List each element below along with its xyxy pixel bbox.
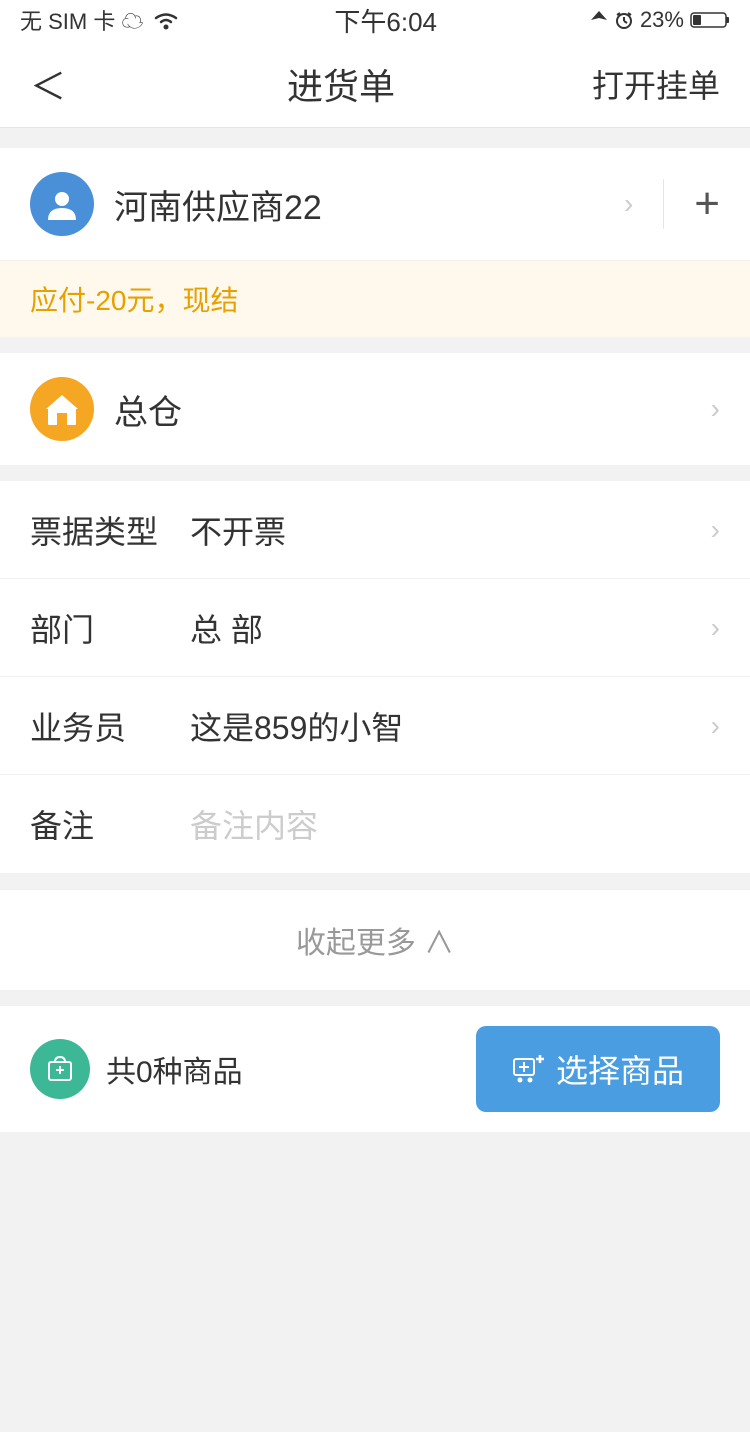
collapse-button[interactable]: 收起更多 ∧ bbox=[0, 889, 750, 990]
bottom-bar: 共0种商品 选择商品 bbox=[0, 1006, 750, 1132]
invoice-type-row[interactable]: 票据类型 不开票 › bbox=[0, 481, 750, 579]
nav-bar: ＜ 进货单 打开挂单 bbox=[0, 40, 750, 128]
supplier-section: 河南供应商22 › + 应付-20元，现结 bbox=[0, 148, 750, 337]
dept-chevron-icon: › bbox=[711, 612, 720, 644]
staff-label: 业务员 bbox=[30, 703, 170, 749]
battery-icon bbox=[690, 10, 730, 30]
form-section: 票据类型 不开票 › 部门 总 部 › 业务员 这是859的小智 › 备注 备注… bbox=[0, 481, 750, 873]
product-count-text: 共0种商品 bbox=[106, 1047, 243, 1091]
dept-row[interactable]: 部门 总 部 › bbox=[0, 579, 750, 677]
staff-row[interactable]: 业务员 这是859的小智 › bbox=[0, 677, 750, 775]
product-icon-wrap bbox=[30, 1039, 90, 1099]
status-bar: 无 SIM 卡 ☁ 下午6:04 23% bbox=[0, 0, 750, 40]
shopping-bag-icon bbox=[43, 1052, 77, 1086]
staff-chevron-icon: › bbox=[711, 710, 720, 742]
invoice-type-value: 不开票 bbox=[190, 507, 711, 553]
supplier-chevron-icon: › bbox=[624, 188, 633, 220]
select-product-button[interactable]: 选择商品 bbox=[476, 1026, 720, 1112]
page-title: 进货单 bbox=[287, 58, 395, 110]
product-count-wrap: 共0种商品 bbox=[30, 1039, 243, 1099]
remark-label: 备注 bbox=[30, 801, 170, 847]
warehouse-chevron-icon: › bbox=[711, 393, 720, 425]
add-supplier-button[interactable]: + bbox=[694, 182, 720, 226]
warehouse-row[interactable]: 总仓 › bbox=[0, 353, 750, 465]
supplier-avatar bbox=[30, 172, 94, 236]
back-button[interactable]: ＜ bbox=[30, 58, 90, 110]
open-pending-button[interactable]: 打开挂单 bbox=[592, 61, 720, 107]
cart-add-icon bbox=[512, 1054, 546, 1084]
person-icon bbox=[44, 186, 80, 222]
alarm-icon bbox=[614, 10, 634, 30]
status-left: 无 SIM 卡 ☁ bbox=[20, 4, 181, 36]
page-background bbox=[0, 1132, 750, 1432]
battery-text: 23% bbox=[640, 7, 684, 33]
dept-value: 总 部 bbox=[190, 605, 711, 651]
notice-banner: 应付-20元，现结 bbox=[0, 261, 750, 337]
collapse-label: 收起更多 ∧ bbox=[296, 918, 454, 962]
separator-1 bbox=[0, 128, 750, 148]
select-product-label: 选择商品 bbox=[556, 1046, 684, 1092]
supplier-row[interactable]: 河南供应商22 › + bbox=[0, 148, 750, 261]
wifi-icon bbox=[151, 10, 181, 30]
vertical-divider bbox=[663, 179, 664, 229]
warehouse-icon bbox=[44, 391, 80, 427]
location-icon bbox=[590, 10, 608, 30]
no-sim-text: 无 SIM 卡 ☁ bbox=[20, 4, 143, 36]
warehouse-name: 总仓 bbox=[114, 385, 711, 434]
remark-row[interactable]: 备注 备注内容 bbox=[0, 775, 750, 873]
invoice-type-label: 票据类型 bbox=[30, 507, 170, 553]
section-gap-1 bbox=[0, 337, 750, 353]
warehouse-section[interactable]: 总仓 › bbox=[0, 353, 750, 465]
status-right: 23% bbox=[590, 7, 730, 33]
status-time: 下午6:04 bbox=[334, 2, 437, 39]
remark-input[interactable]: 备注内容 bbox=[190, 801, 720, 847]
warehouse-icon-wrap bbox=[30, 377, 94, 441]
dept-label: 部门 bbox=[30, 605, 170, 651]
invoice-type-chevron-icon: › bbox=[711, 514, 720, 546]
staff-value: 这是859的小智 bbox=[190, 703, 711, 749]
supplier-name: 河南供应商22 bbox=[114, 180, 624, 229]
